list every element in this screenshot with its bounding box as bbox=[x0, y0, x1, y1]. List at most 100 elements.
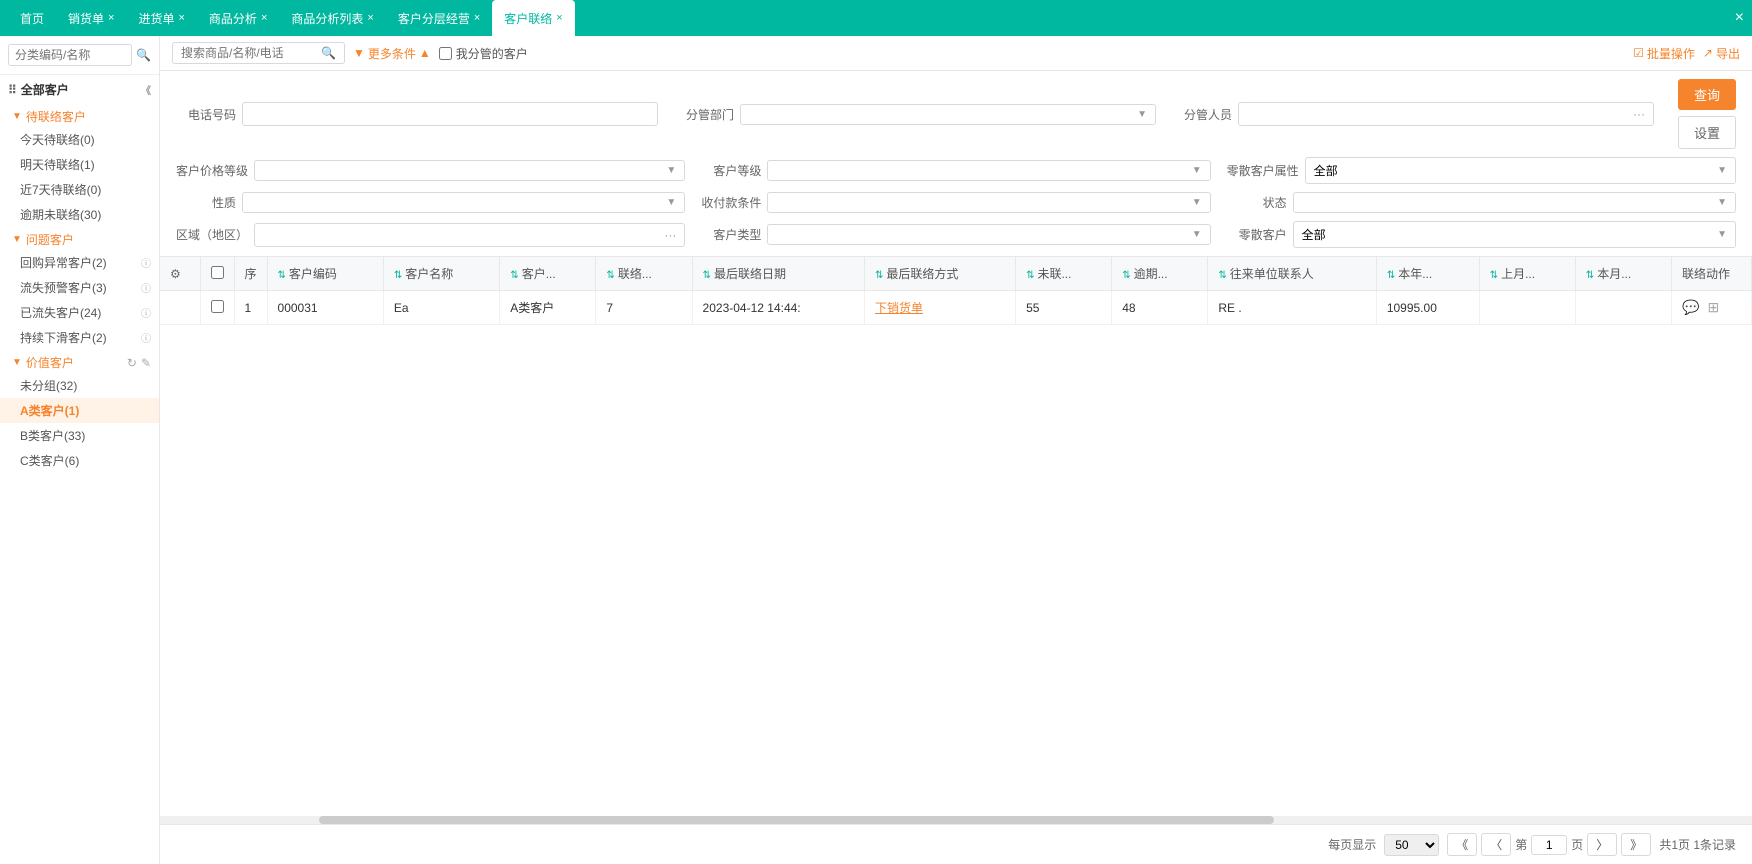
retail-customer-select[interactable]: 全部 ▼ bbox=[1293, 221, 1736, 248]
sidebar-item-class-b[interactable]: B类客户(33) bbox=[0, 423, 159, 448]
sidebar-item-churned[interactable]: 已流失客户(24) ⓘ bbox=[0, 300, 159, 325]
customer-type-select[interactable]: ▼ bbox=[767, 224, 1210, 245]
nav-sales-order[interactable]: 销货单 × bbox=[56, 0, 126, 36]
sidebar-search-area: 🔍 bbox=[0, 36, 159, 75]
retail-attr-select[interactable]: 全部 ▼ bbox=[1305, 157, 1736, 184]
th-last-date: ⇅最后联络日期 bbox=[692, 257, 864, 291]
status-select[interactable]: ▼ bbox=[1293, 192, 1736, 213]
nav-close-segment[interactable]: × bbox=[474, 12, 480, 24]
page-number-input[interactable] bbox=[1531, 835, 1567, 855]
sidebar-item-7days[interactable]: 近7天待联络(0) bbox=[0, 177, 159, 202]
nav-close-product-list[interactable]: × bbox=[367, 12, 373, 24]
window-close-button[interactable]: × bbox=[1735, 9, 1744, 27]
prev-page-btn[interactable]: 〈 bbox=[1481, 833, 1511, 856]
th-checkbox bbox=[200, 257, 234, 291]
field-region: 区域（地区） ··· bbox=[176, 223, 685, 247]
value-group-edit-icon[interactable]: ✎ bbox=[141, 356, 151, 370]
region-dots-icon[interactable]: ··· bbox=[664, 228, 676, 242]
setting-button[interactable]: 设置 bbox=[1678, 116, 1736, 149]
td-code: 000031 bbox=[267, 291, 383, 325]
my-customers-check-input[interactable] bbox=[439, 47, 452, 60]
manager-select[interactable]: ··· bbox=[1238, 102, 1654, 126]
nav-customer-contact[interactable]: 客户联络 × bbox=[492, 0, 574, 36]
sidebar-search-input[interactable] bbox=[8, 44, 132, 66]
nav-purchase-order[interactable]: 进货单 × bbox=[126, 0, 196, 36]
region-select[interactable]: ··· bbox=[254, 223, 685, 247]
page-nav: 《 〈 第 页 〉 》 bbox=[1447, 833, 1651, 856]
filter-bar: 🔍 ▼ 更多条件 ▲ 我分管的客户 ☑ 批量操作 ↗ 导出 bbox=[160, 36, 1752, 71]
my-customers-checkbox[interactable]: 我分管的客户 bbox=[439, 45, 528, 62]
td-checkbox bbox=[200, 291, 234, 325]
next-page-btn[interactable]: 〉 bbox=[1587, 833, 1617, 856]
customer-type-arrow: ▼ bbox=[1192, 229, 1202, 240]
td-contact-person: RE . bbox=[1208, 291, 1377, 325]
top-nav: 首页 销货单 × 进货单 × 商品分析 × 商品分析列表 × 客户分层经营 × … bbox=[0, 0, 1752, 36]
row-checkbox[interactable] bbox=[211, 300, 224, 313]
th-type: ⇅客户... bbox=[500, 257, 596, 291]
td-last-method: 下销货单 bbox=[864, 291, 1015, 325]
sidebar-search-icon[interactable]: 🔍 bbox=[136, 48, 151, 62]
comment-action-icon[interactable]: 💬 bbox=[1682, 299, 1699, 316]
manager-dots-icon[interactable]: ··· bbox=[1633, 107, 1645, 121]
last-page-btn[interactable]: 》 bbox=[1621, 833, 1651, 856]
advanced-filter: 电话号码 分管部门 ▼ 分管人员 ··· bbox=[160, 71, 1752, 257]
nav-customer-segment[interactable]: 客户分层经营 × bbox=[386, 0, 492, 36]
phone-input[interactable] bbox=[242, 102, 658, 126]
sidebar-item-overdue[interactable]: 逾期未联络(30) bbox=[0, 202, 159, 227]
sidebar-item-ungrouped[interactable]: 未分组(32) bbox=[0, 373, 159, 398]
sidebar-item-repurchase-abnormal[interactable]: 回购异常客户(2) ⓘ bbox=[0, 250, 159, 275]
table-row: 1 000031 Ea A类客户 7 2023-04-12 14:44: 下销货… bbox=[160, 291, 1752, 325]
table-gear-icon[interactable]: ⚙ bbox=[170, 267, 181, 281]
dept-select-arrow: ▼ bbox=[1137, 109, 1147, 120]
nav-product-analysis-list[interactable]: 商品分析列表 × bbox=[279, 0, 385, 36]
sidebar-group-pending[interactable]: ▼ 待联络客户 bbox=[0, 104, 159, 127]
sidebar-item-churn-warning[interactable]: 流失预警客户(3) ⓘ bbox=[0, 275, 159, 300]
td-last-month bbox=[1479, 291, 1575, 325]
export-icon: ↗ bbox=[1703, 46, 1713, 60]
nav-product-analysis[interactable]: 商品分析 × bbox=[197, 0, 279, 36]
nav-home[interactable]: 首页 bbox=[8, 0, 56, 36]
payment-select[interactable]: ▼ bbox=[767, 192, 1210, 213]
filter-search-icon[interactable]: 🔍 bbox=[321, 46, 336, 60]
nav-close-contact[interactable]: × bbox=[556, 12, 562, 24]
horizontal-scrollbar[interactable] bbox=[160, 816, 1752, 824]
query-button[interactable]: 查询 bbox=[1678, 79, 1736, 110]
scrollbar-thumb[interactable] bbox=[319, 816, 1274, 824]
sidebar-item-class-a[interactable]: A类客户(1) bbox=[0, 398, 159, 423]
page-size-select[interactable]: 50 100 200 bbox=[1384, 834, 1439, 856]
grid-action-icon[interactable]: ⊞ bbox=[1707, 299, 1719, 316]
nav-close-purchase[interactable]: × bbox=[178, 12, 184, 24]
info-icon-churn: ⓘ bbox=[141, 280, 151, 295]
export-btn[interactable]: ↗ 导出 bbox=[1703, 45, 1740, 62]
value-group-refresh-icon[interactable]: ↻ bbox=[127, 356, 137, 370]
select-all-checkbox[interactable] bbox=[211, 266, 224, 279]
th-year-amount: ⇅本年... bbox=[1376, 257, 1479, 291]
td-overdue: 48 bbox=[1112, 291, 1208, 325]
value-group-actions: ↻ ✎ bbox=[127, 356, 151, 370]
sidebar-all-customers[interactable]: ⠿ 全部客户 《 bbox=[0, 75, 159, 104]
info-icon-churned: ⓘ bbox=[141, 305, 151, 320]
sidebar-item-class-c[interactable]: C类客户(6) bbox=[0, 448, 159, 473]
filter-more-btn[interactable]: ▼ 更多条件 ▲ bbox=[353, 45, 431, 62]
td-gear bbox=[160, 291, 200, 325]
nav-close-product[interactable]: × bbox=[261, 12, 267, 24]
batch-op-btn[interactable]: ☑ 批量操作 bbox=[1633, 45, 1695, 62]
sidebar-item-declining[interactable]: 持续下滑客户(2) ⓘ bbox=[0, 325, 159, 350]
sidebar-collapse-icon[interactable]: 《 bbox=[141, 82, 151, 97]
sidebar-item-tomorrow[interactable]: 明天待联络(1) bbox=[0, 152, 159, 177]
last-method-link[interactable]: 下销货单 bbox=[875, 301, 923, 315]
nature-select[interactable]: ▼ bbox=[242, 192, 685, 213]
sidebar-group-value[interactable]: ▼ 价值客户 ↻ ✎ bbox=[0, 350, 159, 373]
filter-search-input[interactable] bbox=[181, 46, 321, 60]
first-page-btn[interactable]: 《 bbox=[1447, 833, 1477, 856]
customer-level-select[interactable]: ▼ bbox=[767, 160, 1210, 181]
field-retail-attr: 零散客户属性 全部 ▼ bbox=[1227, 157, 1736, 184]
sidebar-item-today[interactable]: 今天待联络(0) bbox=[0, 127, 159, 152]
sidebar-group-problem[interactable]: ▼ 问题客户 bbox=[0, 227, 159, 250]
nav-close-sales[interactable]: × bbox=[108, 12, 114, 24]
th-no-contact: ⇅未联... bbox=[1016, 257, 1112, 291]
dept-select[interactable]: ▼ bbox=[740, 104, 1156, 125]
price-level-select[interactable]: ▼ bbox=[254, 160, 685, 181]
field-status: 状态 ▼ bbox=[1227, 192, 1736, 213]
td-year-amount: 10995.00 bbox=[1376, 291, 1479, 325]
